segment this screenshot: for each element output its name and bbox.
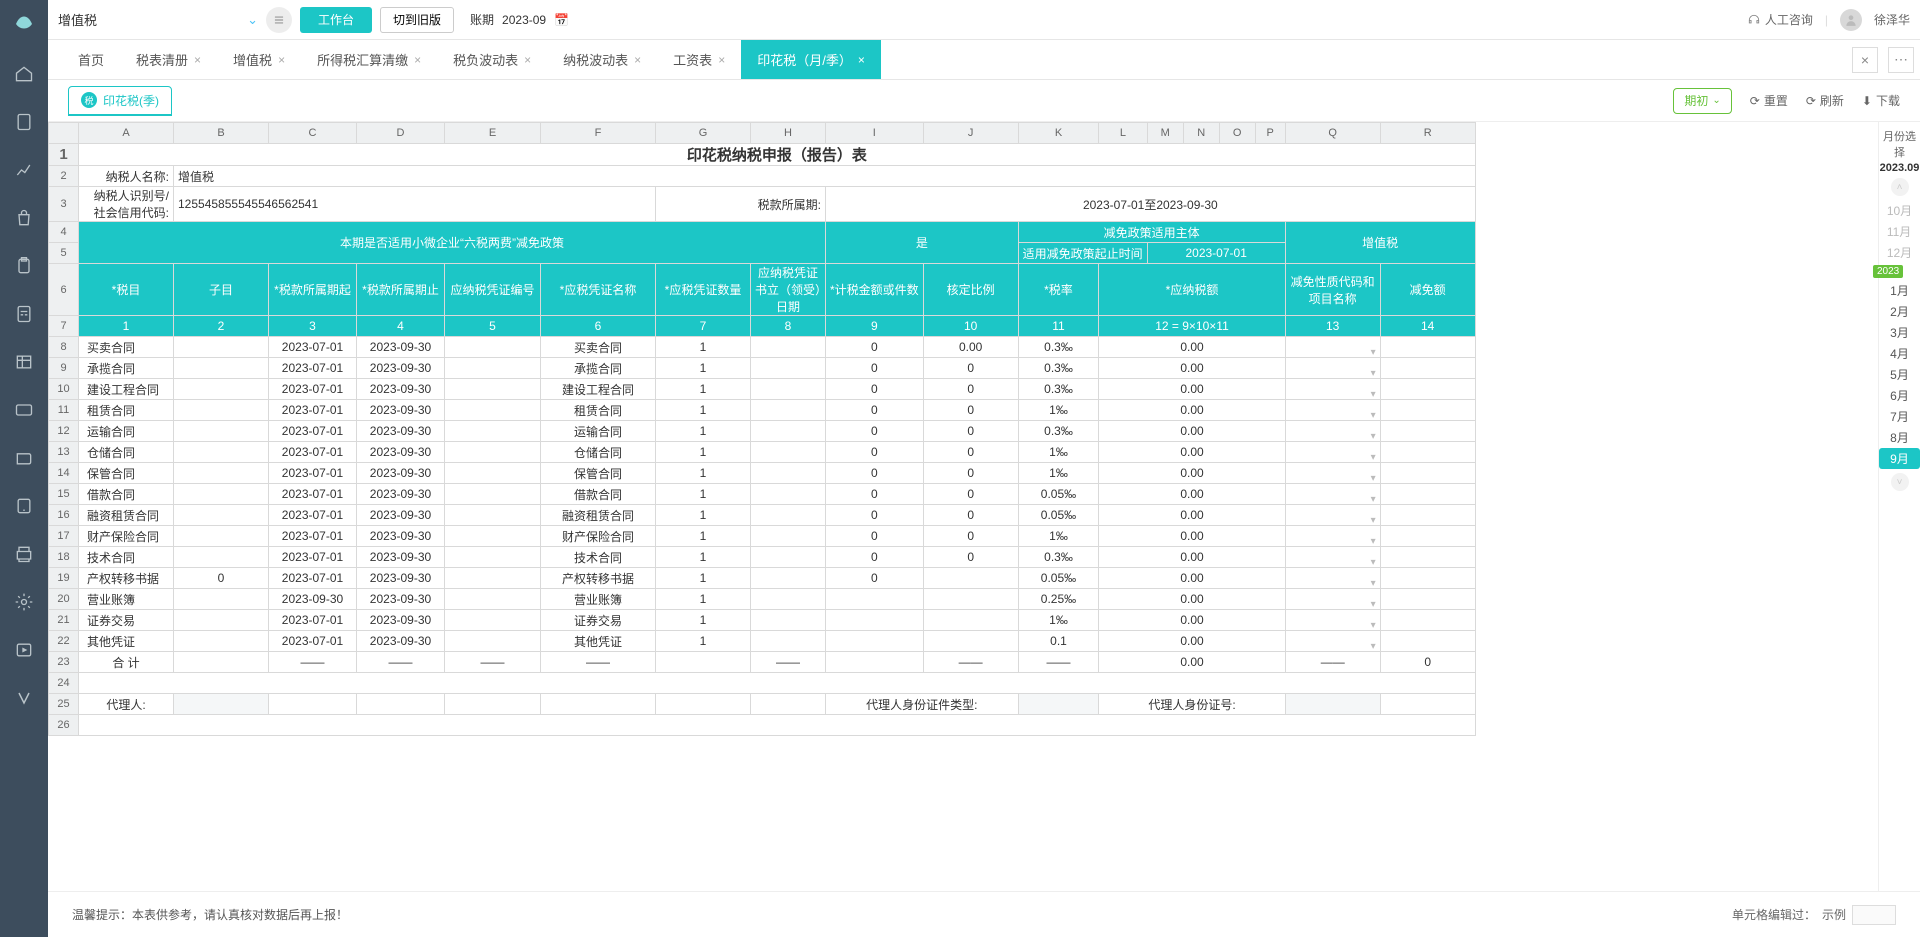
col-header[interactable]: N: [1183, 123, 1219, 144]
clip-icon[interactable]: [14, 256, 34, 276]
tab-close-icon[interactable]: ×: [718, 53, 725, 67]
col-header[interactable]: E: [445, 123, 541, 144]
month-option[interactable]: 6月: [1890, 385, 1909, 406]
month-option[interactable]: 11月: [1887, 221, 1912, 242]
month-option[interactable]: 4月: [1890, 343, 1909, 364]
month-option[interactable]: 5月: [1890, 364, 1909, 385]
month-option[interactable]: 2月: [1890, 301, 1909, 322]
col-header[interactable]: I: [826, 123, 924, 144]
refresh-button[interactable]: ⟳ 刷新: [1806, 92, 1844, 109]
tab-1[interactable]: 增值税×: [217, 40, 301, 79]
month-up-icon[interactable]: ˄: [1891, 178, 1909, 196]
cell-edited-box: [1852, 905, 1896, 925]
headset-icon: [1747, 13, 1761, 27]
user-name[interactable]: 徐泽华: [1874, 11, 1910, 28]
tab-6[interactable]: 印花税（月/季）×: [741, 40, 881, 79]
col-header[interactable]: B: [174, 123, 269, 144]
month-option[interactable]: 12月: [1887, 242, 1912, 263]
month-option[interactable]: 1月: [1890, 280, 1909, 301]
user-avatar-icon[interactable]: [1840, 9, 1862, 31]
table-icon[interactable]: [14, 352, 34, 372]
chevron-down-icon: ⌄: [247, 12, 258, 28]
month-option[interactable]: 7月: [1890, 406, 1909, 427]
col-header[interactable]: O: [1219, 123, 1255, 144]
year-badge: 2023: [1873, 265, 1903, 278]
col-header[interactable]: G: [656, 123, 751, 144]
sub-toolbar: 税 印花税(季) 期初⌄ ⟳ 重置 ⟳ 刷新 ⬇ 下载: [48, 80, 1920, 122]
app-logo-icon: [12, 8, 36, 32]
col-header[interactable]: F: [541, 123, 656, 144]
doc-icon[interactable]: [14, 112, 34, 132]
tab-close-icon[interactable]: ×: [414, 53, 421, 67]
period-value[interactable]: 2023-09: [502, 13, 546, 27]
col-header[interactable]: M: [1147, 123, 1183, 144]
workspace-button[interactable]: 工作台: [300, 7, 372, 33]
tab-5[interactable]: 工资表×: [657, 40, 741, 79]
old-version-button[interactable]: 切到旧版: [380, 7, 454, 33]
month-panel-title: 月份选择: [1879, 126, 1920, 162]
col-header[interactable]: C: [269, 123, 357, 144]
left-nav: [0, 0, 48, 937]
download-button[interactable]: ⬇ 下载: [1862, 92, 1900, 109]
tab-4[interactable]: 纳税波动表×: [547, 40, 657, 79]
month-down-icon[interactable]: ˅: [1891, 473, 1909, 491]
spreadsheet[interactable]: ABCDEFGHIJKLMNOPQR1印花税纳税申报（报告）表2纳税人名称:增值…: [48, 122, 1878, 891]
home-icon[interactable]: [14, 64, 34, 84]
tab-close-icon[interactable]: ×: [278, 53, 285, 67]
col-header[interactable]: L: [1099, 123, 1147, 144]
tab-close-icon[interactable]: ×: [634, 53, 641, 67]
report-title[interactable]: 印花税纳税申报（报告）表: [79, 144, 1476, 166]
gear-icon[interactable]: [14, 592, 34, 612]
tab-close-icon[interactable]: ×: [858, 53, 865, 67]
v-icon[interactable]: [14, 688, 34, 708]
footer: 温馨提示：本表供参考，请认真核对数据后再上报！ 单元格编辑过： 示例: [48, 891, 1920, 937]
chart-icon[interactable]: [14, 160, 34, 180]
calc-icon[interactable]: [14, 304, 34, 324]
print-icon[interactable]: [14, 544, 34, 564]
bag-icon[interactable]: [14, 208, 34, 228]
stamp-icon: 税: [81, 92, 97, 108]
device-icon[interactable]: [14, 496, 34, 516]
reset-button[interactable]: ⟳ 重置: [1750, 92, 1788, 109]
tab-close-icon[interactable]: ×: [194, 53, 201, 67]
col-header[interactable]: Q: [1285, 123, 1380, 144]
col-header[interactable]: R: [1380, 123, 1475, 144]
calendar-icon[interactable]: 📅: [554, 13, 569, 27]
col-header[interactable]: J: [923, 123, 1018, 144]
tab-bar: 首页 税表清册×增值税×所得税汇算清缴×税负波动表×纳税波动表×工资表×印花税（…: [48, 40, 1920, 80]
cell-edited-sample: 示例: [1822, 906, 1846, 923]
month-option[interactable]: 10月: [1887, 200, 1912, 221]
company-name: 增值税: [58, 10, 97, 29]
tab-more-icon[interactable]: ⋯: [1888, 47, 1914, 73]
period-label: 账期: [470, 11, 494, 28]
col-header[interactable]: K: [1018, 123, 1099, 144]
play-icon[interactable]: [14, 640, 34, 660]
company-selector[interactable]: 增值税 ⌄: [58, 10, 258, 29]
month-option[interactable]: 3月: [1890, 322, 1909, 343]
col-header[interactable]: P: [1255, 123, 1285, 144]
col-header[interactable]: D: [357, 123, 445, 144]
tab-3[interactable]: 税负波动表×: [437, 40, 547, 79]
month-panel-current: 2023.09: [1880, 162, 1920, 174]
col-header[interactable]: A: [79, 123, 174, 144]
month-option[interactable]: 9月: [1879, 448, 1920, 469]
opening-button[interactable]: 期初⌄: [1673, 88, 1731, 114]
list-icon[interactable]: [266, 7, 292, 33]
tab-close-all-icon[interactable]: ×: [1852, 47, 1878, 73]
month-panel: 月份选择 2023.09 ˄ 10月11月12月 2023 1月2月3月4月5月…: [1878, 122, 1920, 891]
subtab-stamp-quarter[interactable]: 税 印花税(季): [68, 86, 172, 116]
tab-0[interactable]: 税表清册×: [120, 40, 217, 79]
cell-edited-label: 单元格编辑过：: [1732, 906, 1816, 923]
tab-2[interactable]: 所得税汇算清缴×: [301, 40, 437, 79]
topbar: 增值税 ⌄ 工作台 切到旧版 账期 2023-09 📅 人工咨询 | 徐泽华: [48, 0, 1920, 40]
footer-hint: 温馨提示：本表供参考，请认真核对数据后再上报！: [72, 906, 348, 923]
wallet-icon[interactable]: [14, 448, 34, 468]
tab-close-icon[interactable]: ×: [524, 53, 531, 67]
col-header[interactable]: H: [751, 123, 826, 144]
card-icon[interactable]: [14, 400, 34, 420]
month-option[interactable]: 8月: [1890, 427, 1909, 448]
support-link[interactable]: 人工咨询: [1747, 11, 1813, 28]
tab-home[interactable]: 首页: [62, 40, 120, 79]
